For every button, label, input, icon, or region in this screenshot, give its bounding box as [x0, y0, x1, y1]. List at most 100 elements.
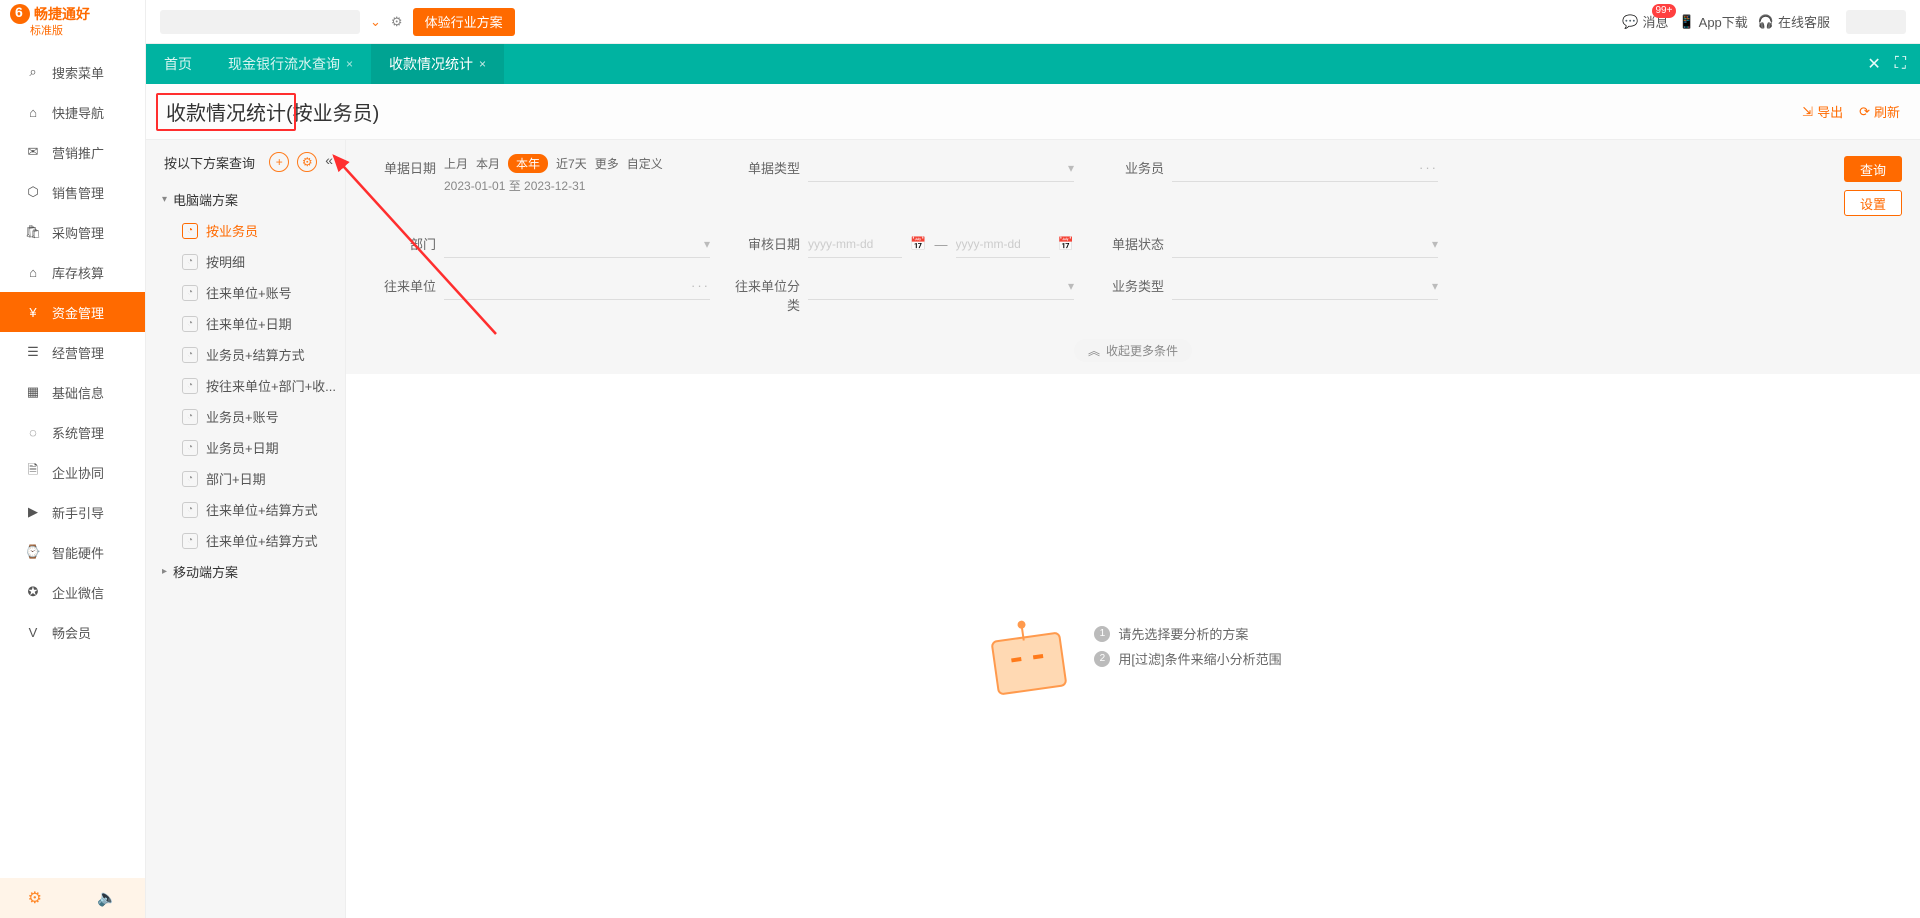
settings-icon[interactable]: ⚙: [28, 888, 42, 908]
scheme-settings-icon[interactable]: ⚙: [297, 152, 317, 172]
range-dash: —: [935, 237, 948, 252]
chevron-down-icon[interactable]: ⌄: [370, 14, 381, 30]
scheme-item[interactable]: ◔往来单位+结算方式: [162, 494, 345, 525]
phone-icon: 📱: [1678, 14, 1694, 30]
date-chip[interactable]: 自定义: [627, 155, 663, 172]
sidebar-item[interactable]: ▦基础信息: [0, 372, 145, 412]
date-chip[interactable]: 上月: [444, 155, 468, 172]
scheme-item-label: 部门+日期: [206, 469, 266, 488]
nav-label: 资金管理: [52, 303, 104, 322]
scheme-add-icon[interactable]: +: [269, 152, 289, 172]
refresh-button[interactable]: ⟳ 刷新: [1859, 102, 1900, 121]
settings-button[interactable]: 设置: [1844, 190, 1902, 216]
nav-icon: ◌: [24, 425, 42, 440]
salesman-label: 业务员: [1092, 154, 1164, 177]
sidebar-item[interactable]: 🗎企业协同: [0, 452, 145, 492]
scheme-item[interactable]: ◔往来单位+日期: [162, 308, 345, 339]
messages-badge: 99+: [1652, 4, 1677, 18]
scheme-item[interactable]: ◔按明细: [162, 246, 345, 277]
scheme-item[interactable]: ◔按业务员: [162, 215, 345, 246]
scheme-item-icon: ◔: [182, 471, 198, 487]
brand-edition: 标准版: [30, 22, 63, 38]
fullscreen-icon[interactable]: ⛶: [1895, 55, 1906, 73]
date-chip[interactable]: 近7天: [556, 155, 587, 172]
biz-type-select[interactable]: ▾: [1172, 272, 1438, 300]
partner-cat-select[interactable]: ▾: [808, 272, 1074, 300]
sidebar-item[interactable]: ✪企业微信: [0, 572, 145, 612]
sidebar-item[interactable]: ✉营销推广: [0, 132, 145, 172]
page-header: 收款情况统计(按业务员) ⇲ 导出 ⟳ 刷新: [146, 84, 1920, 140]
date-chip[interactable]: 本月: [476, 155, 500, 172]
sidebar-item[interactable]: ◌系统管理: [0, 412, 145, 452]
scheme-item-icon: ◔: [182, 285, 198, 301]
tab[interactable]: 首页: [146, 44, 210, 84]
audit-date-to[interactable]: [956, 237, 1050, 251]
salesman-select[interactable]: ···: [1172, 154, 1438, 182]
calendar-icon[interactable]: 📅: [910, 236, 926, 252]
messages-link[interactable]: 💬 消息 99+: [1622, 12, 1668, 31]
sound-icon[interactable]: 🔈: [97, 888, 117, 908]
dept-select[interactable]: ▾: [444, 230, 710, 258]
sidebar-item[interactable]: ⌂库存核算: [0, 252, 145, 292]
bill-date-range: 2023-01-01 至 2023-12-31: [444, 177, 710, 194]
nav-label: 畅会员: [52, 623, 91, 642]
partner-cat-label: 往来单位分类: [728, 272, 800, 314]
scheme-header: 按以下方案查询 + ⚙ «: [146, 140, 345, 184]
scheme-item[interactable]: ◔ 部门+日期: [162, 463, 345, 494]
sidebar-item[interactable]: ☰经营管理: [0, 332, 145, 372]
tab-close-icon[interactable]: ×: [346, 57, 353, 71]
scheme-group[interactable]: ▸移动端方案: [162, 556, 345, 587]
scheme-item[interactable]: ◔业务员+账号: [162, 401, 345, 432]
scheme-item[interactable]: ◔业务员+结算方式: [162, 339, 345, 370]
tab[interactable]: 现金银行流水查询 ×: [210, 44, 371, 84]
sidebar-item[interactable]: ⌕搜索菜单: [0, 52, 145, 92]
sidebar-item[interactable]: ▶新手引导: [0, 492, 145, 532]
bill-status-select[interactable]: ▾: [1172, 230, 1438, 258]
scheme-item[interactable]: ◔往来单位+账号: [162, 277, 345, 308]
tab-label: 现金银行流水查询: [228, 54, 340, 74]
filter-bill-date: 单据日期 上月本月本年近7天更多自定义 2023-01-01 至 2023-12…: [364, 154, 710, 216]
robot-illustration: [984, 601, 1074, 691]
sidebar-item[interactable]: ⌚智能硬件: [0, 532, 145, 572]
tab[interactable]: 收款情况统计×: [371, 44, 504, 84]
org-selector[interactable]: [160, 10, 360, 34]
tab-close-all-icon[interactable]: ✕: [1867, 54, 1880, 74]
scheme-item-label: 按业务员: [206, 221, 258, 240]
gear-icon[interactable]: ⚙: [391, 14, 403, 30]
tab-close-icon[interactable]: ×: [479, 57, 486, 71]
scheme-item-label: 往来单位+结算方式: [206, 500, 318, 519]
nav-label: 企业协同: [52, 463, 104, 482]
calendar-icon[interactable]: 📅: [1058, 236, 1074, 252]
collapse-filters[interactable]: ︽ 收起更多条件: [346, 336, 1920, 364]
nav-icon: ⌕: [24, 64, 42, 80]
audit-date-from[interactable]: [808, 237, 902, 251]
scheme-item[interactable]: ◔业务员+日期: [162, 432, 345, 463]
topbar: ⌄ ⚙ 体验行业方案 💬 消息 99+ 📱 App下载 🎧 在线客服: [146, 0, 1920, 44]
page-title: 收款情况统计(按业务员): [166, 99, 387, 129]
filter-dept: 部门 ▾: [364, 230, 710, 258]
scheme-collapse-icon[interactable]: «: [325, 152, 333, 172]
experience-button[interactable]: 体验行业方案: [413, 8, 515, 36]
filter-partner: 往来单位 ···: [364, 272, 710, 314]
scheme-item-icon: ◔: [182, 316, 198, 332]
sidebar-item[interactable]: 🛍采购管理: [0, 212, 145, 252]
sidebar-item[interactable]: ⬡销售管理: [0, 172, 145, 212]
app-download-link[interactable]: 📱 App下载: [1678, 12, 1747, 31]
export-button[interactable]: ⇲ 导出: [1802, 102, 1843, 121]
sidebar-item[interactable]: ¥资金管理: [0, 292, 145, 332]
date-chip[interactable]: 更多: [595, 155, 619, 172]
scheme-item[interactable]: ◔按往来单位+部门+收...: [162, 370, 345, 401]
sidebar-item[interactable]: V畅会员: [0, 612, 145, 652]
query-button[interactable]: 查询: [1844, 156, 1902, 182]
scheme-item[interactable]: ◔往来单位+结算方式: [162, 525, 345, 556]
user-avatar[interactable]: [1846, 10, 1906, 34]
biz-type-label: 业务类型: [1092, 272, 1164, 295]
more-icon: ···: [691, 278, 710, 293]
filter-salesman: 业务员 ···: [1092, 154, 1438, 216]
support-link[interactable]: 🎧 在线客服: [1758, 12, 1830, 31]
sidebar-item[interactable]: ⌂快捷导航: [0, 92, 145, 132]
bill-type-select[interactable]: ▾: [808, 154, 1074, 182]
partner-select[interactable]: ···: [444, 272, 710, 300]
date-chip[interactable]: 本年: [508, 154, 548, 173]
scheme-group[interactable]: ▾电脑端方案: [162, 184, 345, 215]
